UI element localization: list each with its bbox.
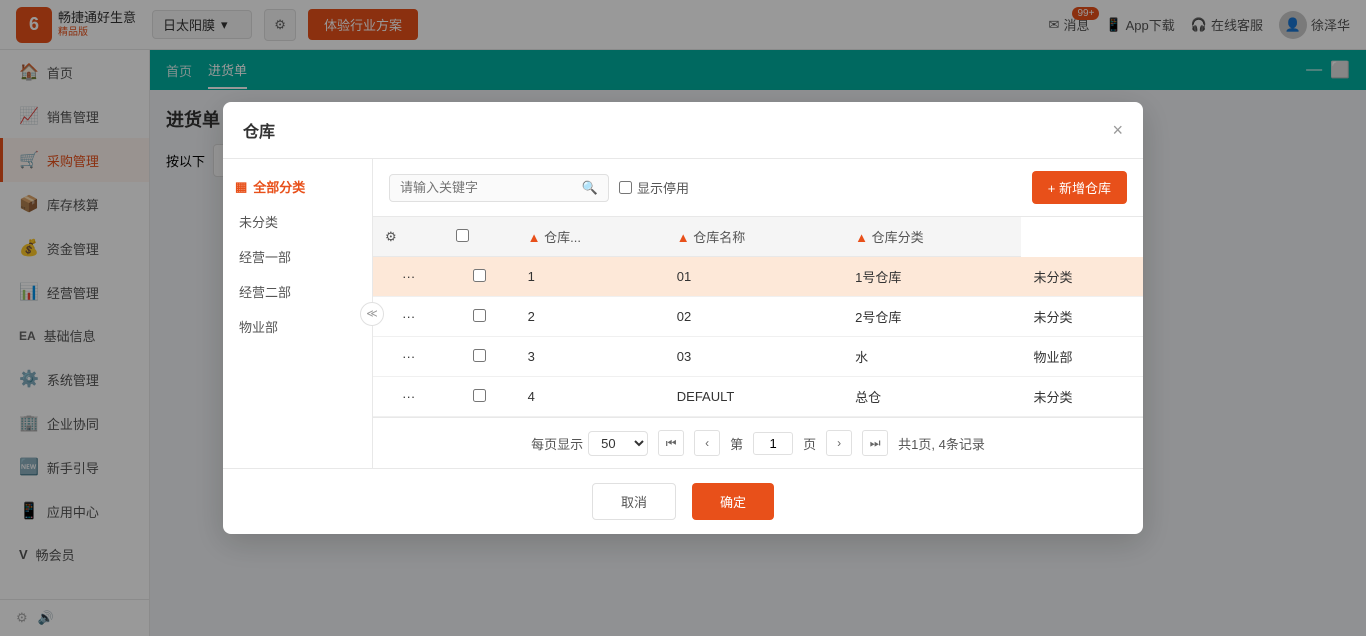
row-id-4: 4	[516, 377, 665, 417]
row-id-3: 3	[516, 337, 665, 377]
row-category-2: 未分类	[1021, 297, 1143, 337]
table-row[interactable]: ··· 3 03 水 物业部	[373, 337, 1143, 377]
modal-header: 仓库 ×	[223, 102, 1143, 159]
add-warehouse-button[interactable]: + 新增仓库	[1032, 171, 1127, 204]
row-gear-1: ···	[373, 257, 444, 297]
modal-overlay: 仓库 × ▦ 全部分类 未分类 经营一部 经营二部 物业部 ≪	[0, 0, 1366, 636]
category-header: ▦ 全部分类	[223, 169, 372, 204]
first-page-button[interactable]: ⏮	[658, 430, 684, 456]
warehouse-table: ⚙ ▲ 仓库... ▲ 仓库名称	[373, 217, 1143, 417]
grid-icon: ▦	[235, 179, 247, 195]
page-size-select: 每页显示 50 20 100	[531, 431, 648, 456]
row-id-1: 1	[516, 257, 665, 297]
page-number-input[interactable]	[753, 432, 793, 455]
table-row[interactable]: ··· 2 02 2号仓库 未分类	[373, 297, 1143, 337]
category-item-ops1[interactable]: 经营一部	[223, 239, 372, 274]
row-category-4: 未分类	[1021, 377, 1143, 417]
col-category: ▲ 仓库分类	[843, 217, 1021, 257]
modal-close-button[interactable]: ×	[1112, 120, 1123, 141]
sort-icon-cat: ▲	[855, 230, 868, 245]
row-category-1: 未分类	[1021, 257, 1143, 297]
row-name-3: 水	[843, 337, 1021, 377]
col-gear: ⚙	[373, 217, 444, 257]
select-all-checkbox[interactable]	[456, 229, 469, 242]
category-item-ops2[interactable]: 经营二部	[223, 274, 372, 309]
row-name-1: 1号仓库	[843, 257, 1021, 297]
per-page-dropdown[interactable]: 50 20 100	[588, 431, 648, 456]
show-disabled-check[interactable]	[619, 181, 632, 194]
row-checkbox-1[interactable]	[444, 257, 515, 297]
warehouse-modal: 仓库 × ▦ 全部分类 未分类 经营一部 经营二部 物业部 ≪	[223, 102, 1143, 534]
category-header-label: 全部分类	[253, 177, 305, 196]
col-code: ▲ 仓库...	[516, 217, 665, 257]
row-checkbox-3[interactable]	[444, 337, 515, 377]
category-item-unclassified[interactable]: 未分类	[223, 204, 372, 239]
modal-title: 仓库	[243, 118, 275, 142]
sort-icon: ▲	[528, 230, 541, 245]
confirm-button[interactable]: 确定	[692, 483, 774, 520]
category-item-property[interactable]: 物业部	[223, 309, 372, 344]
row-gear-4: ···	[373, 377, 444, 417]
row-id-2: 2	[516, 297, 665, 337]
per-page-label: 每页显示	[531, 434, 583, 453]
row-gear-3: ···	[373, 337, 444, 377]
table-panel: 🔍 显示停用 + 新增仓库 ⚙	[373, 159, 1143, 468]
row-code-2: 02	[665, 297, 843, 337]
search-icon[interactable]: 🔍	[582, 180, 598, 196]
warehouse-table-scroll: ⚙ ▲ 仓库... ▲ 仓库名称	[373, 217, 1143, 417]
modal-footer: 取消 确定	[223, 468, 1143, 534]
col-name: ▲ 仓库名称	[665, 217, 843, 257]
show-disabled-checkbox[interactable]: 显示停用	[619, 178, 689, 197]
category-collapse-button[interactable]: ≪	[360, 302, 384, 326]
sort-icon-name: ▲	[677, 230, 690, 245]
table-row[interactable]: ··· 1 01 1号仓库 未分类	[373, 257, 1143, 297]
table-row[interactable]: ··· 4 DEFAULT 总仓 未分类	[373, 377, 1143, 417]
row-checkbox-2[interactable]	[444, 297, 515, 337]
next-page-button[interactable]: ›	[826, 430, 852, 456]
col-checkbox	[444, 217, 515, 257]
show-disabled-label: 显示停用	[637, 178, 689, 197]
row-category-3: 物业部	[1021, 337, 1143, 377]
prev-page-button[interactable]: ‹	[694, 430, 720, 456]
row-code-3: 03	[665, 337, 843, 377]
row-name-4: 总仓	[843, 377, 1021, 417]
page-unit: 页	[803, 434, 816, 453]
row-name-2: 2号仓库	[843, 297, 1021, 337]
row-checkbox-4[interactable]	[444, 377, 515, 417]
search-input[interactable]	[400, 180, 582, 195]
table-toolbar: 🔍 显示停用 + 新增仓库	[373, 159, 1143, 217]
page-summary: 共1页, 4条记录	[898, 434, 985, 453]
row-code-1: 01	[665, 257, 843, 297]
category-panel: ▦ 全部分类 未分类 经营一部 经营二部 物业部 ≪	[223, 159, 373, 468]
row-gear-2: ···	[373, 297, 444, 337]
search-box: 🔍	[389, 174, 609, 202]
modal-body: ▦ 全部分类 未分类 经营一部 经营二部 物业部 ≪ 🔍	[223, 159, 1143, 468]
last-page-button[interactable]: ⏭	[862, 430, 888, 456]
page-word: 第	[730, 434, 743, 453]
row-code-4: DEFAULT	[665, 377, 843, 417]
pagination: 每页显示 50 20 100 ⏮ ‹ 页 第 页 › ⏭ 共	[373, 417, 1143, 468]
cancel-button[interactable]: 取消	[592, 483, 676, 520]
